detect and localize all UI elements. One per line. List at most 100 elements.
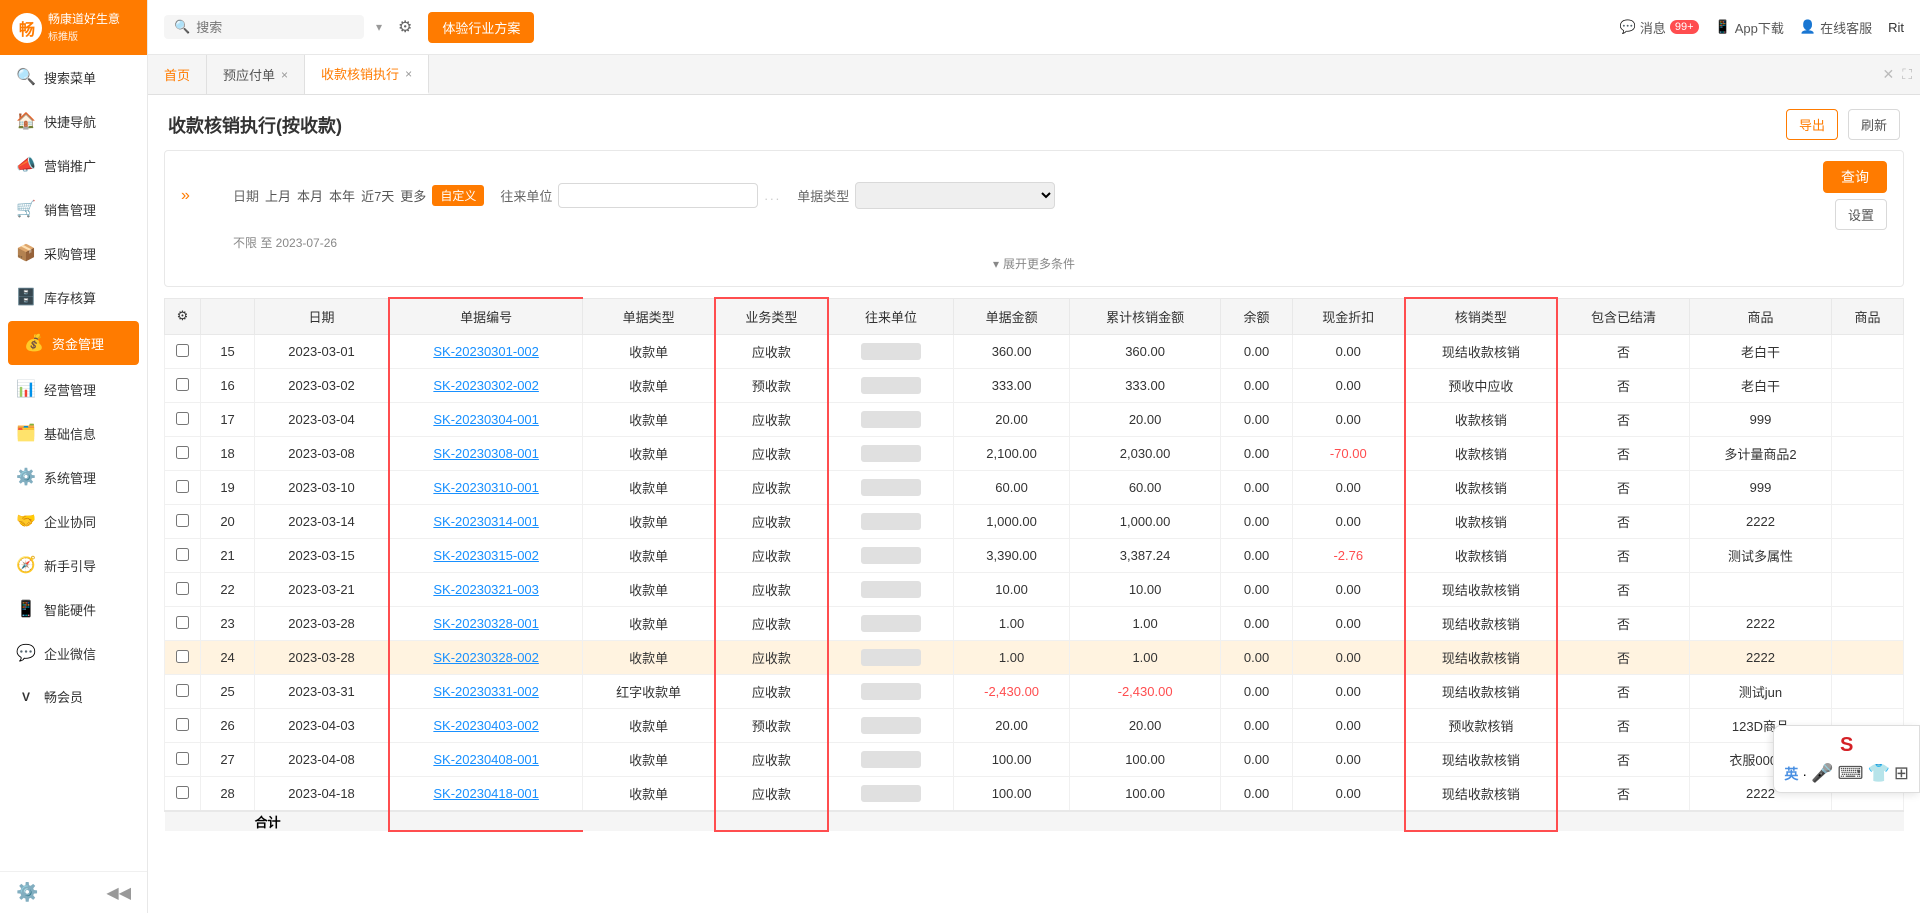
online-service-action[interactable]: 👤 在线客服 [1800,18,1872,37]
cell-checkbox[interactable] [165,369,201,403]
cell-balance: 0.00 [1221,641,1293,675]
tab-receivable[interactable]: 收款核销执行 × [305,55,429,94]
sidebar-item-purchase[interactable]: 📦 采购管理 [0,231,147,275]
table-row: 27 2023-04-08 SK-20230408-001 收款单 应收款 10… [165,743,1904,777]
cell-checkbox[interactable] [165,539,201,573]
message-action[interactable]: 💬 消息 99+ [1620,18,1699,37]
cell-checkbox[interactable] [165,777,201,812]
tab-payable[interactable]: 预应付单 × [207,55,305,94]
bill-no-link[interactable]: SK-20230314-001 [433,514,539,529]
cell-checkbox[interactable] [165,607,201,641]
bill-no-link[interactable]: SK-20230418-001 [433,786,539,801]
bill-no-link[interactable]: SK-20230328-001 [433,616,539,631]
partner-input[interactable] [558,183,758,208]
app-download-action[interactable]: 📱 App下载 [1715,18,1784,37]
cell-checkbox[interactable] [165,675,201,709]
sidebar-item-system[interactable]: ⚙️ 系统管理 [0,455,147,499]
more-link[interactable]: 更多 [400,186,426,205]
search-input[interactable] [196,20,354,35]
sidebar-item-search[interactable]: 🔍 搜索菜单 [0,55,147,99]
sidebar-item-inventory[interactable]: 🗄️ 库存核算 [0,275,147,319]
bill-no-link[interactable]: SK-20230315-002 [433,548,539,563]
cell-checkbox[interactable] [165,403,201,437]
bill-no-link[interactable]: SK-20230321-003 [433,582,539,597]
cell-checkbox[interactable] [165,743,201,777]
mic-icon[interactable]: 🎤 [1811,763,1833,784]
sidebar-item-hardware[interactable]: 📱 智能硬件 [0,587,147,631]
tshirt-icon[interactable]: 👕 [1867,763,1889,784]
bill-no-link[interactable]: SK-20230328-002 [433,650,539,665]
tab-payable-close-icon[interactable]: × [281,68,288,82]
custom-date-button[interactable]: 自定义 [432,185,484,206]
cell-totalcancel: 1.00 [1070,641,1221,675]
collapse-icon[interactable]: ◀◀ [106,883,131,903]
sidebar-item-marketing[interactable]: 📣 营销推广 [0,143,147,187]
bill-no-link[interactable]: SK-20230308-001 [433,446,539,461]
bill-no-link[interactable]: SK-20230302-002 [433,378,539,393]
cell-canceltype: 收款核销 [1405,539,1558,573]
export-button[interactable]: 导出 [1786,109,1838,140]
dropdown-chevron-icon[interactable]: ▾ [376,20,382,34]
cell-checkbox[interactable] [165,573,201,607]
this-year-link[interactable]: 本年 [329,186,355,205]
sidebar-item-quicknav[interactable]: 🏠 快捷导航 [0,99,147,143]
this-month-link[interactable]: 本月 [297,186,323,205]
cell-billno: SK-20230308-001 [389,437,583,471]
cell-billamount: 20.00 [954,709,1070,743]
cell-totalcancel: 2,030.00 [1070,437,1221,471]
tab-receivable-close-icon[interactable]: × [405,67,412,81]
sidebar-item-operations[interactable]: 📊 经营管理 [0,367,147,411]
search-icon: 🔍 [174,19,190,35]
query-button[interactable]: 查询 [1823,161,1887,193]
sidebar-item-guide[interactable]: 🧭 新手引导 [0,543,147,587]
table-footer-row: 合计 [165,811,1904,831]
bill-type-select[interactable] [855,182,1055,209]
bill-no-link[interactable]: SK-20230301-002 [433,344,539,359]
tab-close-all-icon[interactable]: ✕ [1882,66,1894,83]
bill-no-link[interactable]: SK-20230304-001 [433,412,539,427]
col-settings-header[interactable]: ⚙ [165,298,201,335]
cell-date: 2023-03-01 [255,335,389,369]
grid-icon[interactable]: ⊞ [1894,763,1909,784]
user-name[interactable]: Rit [1888,20,1904,35]
cell-canceltype: 收款核销 [1405,437,1558,471]
settings-footer-icon[interactable]: ⚙️ [16,882,38,903]
solution-button[interactable]: 体验行业方案 [428,12,534,43]
refresh-button[interactable]: 刷新 [1848,109,1900,140]
cell-checkbox[interactable] [165,471,201,505]
bill-no-link[interactable]: SK-20230331-002 [433,684,539,699]
cell-billamount: 2,100.00 [954,437,1070,471]
sidebar-item-basic[interactable]: 🗂️ 基础信息 [0,411,147,455]
last7-link[interactable]: 近7天 [361,186,394,205]
cell-checkbox[interactable] [165,437,201,471]
tabbar: 首页 预应付单 × 收款核销执行 × ✕ ⛶ [148,55,1920,95]
cell-rownum: 24 [201,641,255,675]
cell-checkbox[interactable] [165,709,201,743]
settings-gear-icon[interactable]: ⚙ [394,13,416,41]
bill-no-link[interactable]: SK-20230310-001 [433,480,539,495]
cell-totalcancel: 10.00 [1070,573,1221,607]
expand-icon: ▾ [993,257,999,271]
member-icon: V [16,690,36,704]
cell-checkbox[interactable] [165,505,201,539]
tab-expand-icon[interactable]: ⛶ [1902,66,1912,83]
partner-dots[interactable]: ... [764,188,781,203]
setting-button[interactable]: 设置 [1835,199,1887,230]
expand-more-conditions[interactable]: ▾ 展开更多条件 [181,251,1887,276]
filter-expand-toggle[interactable]: » [181,187,217,205]
cell-billno: SK-20230304-001 [389,403,583,437]
cell-checkbox[interactable] [165,641,201,675]
col-date-header: 日期 [255,298,389,335]
bill-no-link[interactable]: SK-20230408-001 [433,752,539,767]
tab-home[interactable]: 首页 [148,55,207,94]
sidebar-item-sales[interactable]: 🛒 销售管理 [0,187,147,231]
sidebar-item-finance[interactable]: 💰 资金管理 [8,321,139,365]
bill-no-link[interactable]: SK-20230403-002 [433,718,539,733]
sidebar-item-wechat[interactable]: 💬 企业微信 [0,631,147,675]
english-icon[interactable]: 英 [1784,764,1798,784]
sidebar-item-member[interactable]: V 畅会员 [0,675,147,718]
sidebar-item-cooperation[interactable]: 🤝 企业协同 [0,499,147,543]
cell-checkbox[interactable] [165,335,201,369]
last-month-link[interactable]: 上月 [265,186,291,205]
keyboard-icon[interactable]: ⌨ [1838,763,1864,784]
